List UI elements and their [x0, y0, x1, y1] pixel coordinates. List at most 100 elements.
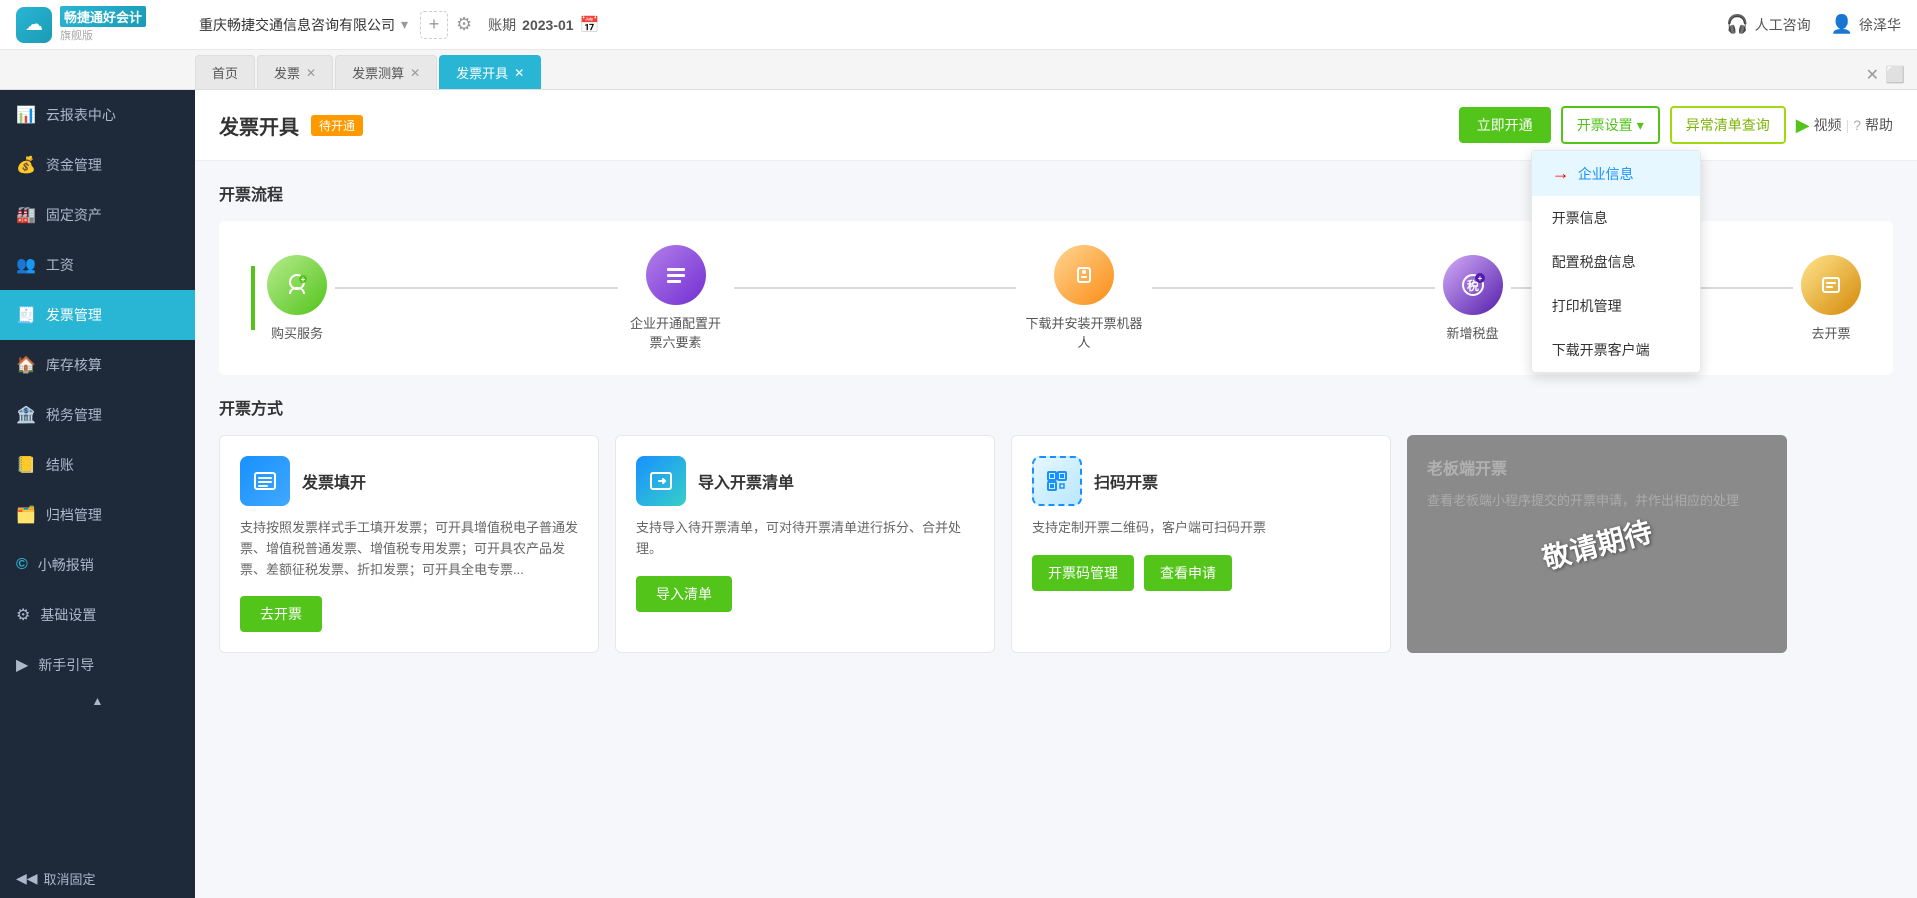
settings-button[interactable]: 开票设置 ▾ — [1561, 106, 1660, 144]
connector-3 — [1152, 287, 1435, 289]
period-value: 2023-01 — [522, 17, 573, 33]
settings-button-arrow: ▾ — [1637, 117, 1644, 134]
tab-invoice-open-close[interactable]: ✕ — [514, 66, 524, 80]
activate-button[interactable]: 立即开通 — [1459, 107, 1551, 143]
tab-right-icons: ✕ ⬜ — [1866, 65, 1917, 89]
xiaochang-icon: © — [16, 556, 28, 574]
card-scan-button1[interactable]: 开票码管理 — [1032, 555, 1134, 591]
card-import-header: 导入开票清单 — [636, 456, 974, 506]
flow-step-4: 税+ 新增税盘 — [1443, 255, 1503, 342]
sidebar: 📊 云报表中心 💰 资金管理 🏭 固定资产 👥 工资 🧾 发票管理 🏠 库存核算… — [0, 90, 195, 898]
card-fill-title: 发票填开 — [302, 469, 366, 493]
card-import-icon — [636, 456, 686, 506]
tab-invoice-open-label: 发票开具 — [456, 63, 508, 82]
tab-invoice-calc-close[interactable]: ✕ — [410, 66, 420, 80]
arrow-icon: → — [1552, 163, 1570, 184]
dropdown-item-company[interactable]: → 企业信息 — [1532, 151, 1700, 196]
user-info[interactable]: 👤 徐泽华 — [1831, 14, 1901, 35]
step-3-label: 下载并安装开票机器人 — [1024, 313, 1144, 351]
sidebar-logo: ☁ 畅捷通好会计 旗舰版 — [16, 6, 191, 43]
boss-overlay: 敬请期待 — [1407, 435, 1787, 653]
card-fill-button[interactable]: 去开票 — [240, 596, 322, 632]
step-1-icon: + — [267, 255, 327, 315]
step-3-icon — [1054, 245, 1114, 305]
shuiwu-icon: 🏦 — [16, 405, 36, 425]
settings-icon[interactable]: ⚙ — [456, 14, 472, 35]
maximize-icon[interactable]: ⬜ — [1885, 65, 1905, 85]
yunbao-label: 云报表中心 — [46, 105, 116, 125]
page-header: 发票开具 待开通 立即开通 开票设置 ▾ 异常清单查询 ▶ 视频 | ? 帮助 — [195, 90, 1917, 161]
dropdown-item-download[interactable]: 下载开票客户端 — [1532, 328, 1700, 372]
consultation-button[interactable]: 🎧 人工咨询 — [1726, 14, 1810, 35]
exception-button[interactable]: 异常清单查询 — [1670, 106, 1786, 144]
tab-invoice[interactable]: 发票 ✕ — [257, 55, 333, 89]
add-company-button[interactable]: + — [420, 11, 448, 39]
video-label[interactable]: 视频 — [1814, 115, 1842, 135]
page-title-area: 发票开具 待开通 — [219, 111, 363, 140]
play-icon: ▶ — [1796, 115, 1810, 136]
add-icon: + — [429, 14, 440, 35]
card-scan-button2[interactable]: 查看申请 — [1144, 555, 1232, 591]
sidebar-item-gongzi[interactable]: 👥 工资 — [0, 240, 195, 290]
svg-text:+: + — [1477, 274, 1482, 283]
payment-card-fill: 发票填开 支持按照发票样式手工填开发票；可开具增值税电子普通发票、增值税普通发票… — [219, 435, 599, 653]
payment-card-scan: 扫码开票 支持定制开票二维码，客户端可扫码开票 开票码管理 查看申请 — [1011, 435, 1391, 653]
sidebar-item-xiaochang[interactable]: © 小畅报销 — [0, 540, 195, 590]
sidebar-item-jichu[interactable]: ⚙ 基础设置 — [0, 590, 195, 640]
calendar-icon[interactable]: 📅 — [580, 15, 600, 35]
connector-2 — [734, 287, 1017, 289]
sidebar-item-kucun[interactable]: 🏠 库存核算 — [0, 340, 195, 390]
payment-card-boss: 老板端开票 查看老板端小程序提交的开票申请，并作出相应的处理 敬请期待 — [1407, 435, 1787, 653]
card-fill-icon — [240, 456, 290, 506]
logo-text-area: 畅捷通好会计 旗舰版 — [60, 6, 146, 43]
card-scan-icon — [1032, 456, 1082, 506]
gongzi-icon: 👥 — [16, 255, 36, 275]
dropdown-company-label: 企业信息 — [1578, 164, 1634, 184]
zijin-label: 资金管理 — [46, 155, 102, 175]
step-left-border — [251, 266, 255, 330]
header-actions: 立即开通 开票设置 ▾ 异常清单查询 ▶ 视频 | ? 帮助 → — [1459, 106, 1893, 144]
sidebar-bottom-pin[interactable]: ◀◀ 取消固定 — [0, 859, 195, 898]
sidebar-item-fapiao[interactable]: 🧾 发票管理 — [0, 290, 195, 340]
guidang-label: 归档管理 — [46, 505, 102, 525]
sidebar-item-yunbao[interactable]: 📊 云报表中心 — [0, 90, 195, 140]
step-2-icon — [646, 245, 706, 305]
connector-1 — [335, 287, 618, 289]
jichu-icon: ⚙ — [16, 605, 30, 625]
dropdown-item-tax-config[interactable]: 配置税盘信息 — [1532, 240, 1700, 284]
step-1-label: 购买服务 — [271, 323, 323, 342]
sidebar-item-guding[interactable]: 🏭 固定资产 — [0, 190, 195, 240]
tab-invoice-close[interactable]: ✕ — [306, 66, 316, 80]
dropdown-printer-label: 打印机管理 — [1552, 298, 1622, 314]
logo-main-text: 畅捷通好会计 — [60, 6, 146, 27]
tab-invoice-open[interactable]: 发票开具 ✕ — [439, 55, 541, 89]
settings-button-label: 开票设置 — [1577, 115, 1633, 135]
sidebar-item-jiezhang[interactable]: 📒 结账 — [0, 440, 195, 490]
card-import-button[interactable]: 导入清单 — [636, 576, 732, 612]
boss-overlay-text: 敬请期待 — [1538, 510, 1657, 578]
dropdown-item-invoice[interactable]: 开票信息 — [1532, 196, 1700, 240]
logo-icon: ☁ — [16, 7, 52, 43]
company-selector[interactable]: 重庆畅捷交通信息咨询有限公司 ▾ — [199, 15, 408, 35]
dropdown-item-printer[interactable]: 打印机管理 — [1532, 284, 1700, 328]
step-4-label: 新增税盘 — [1446, 323, 1498, 342]
card-import-desc: 支持导入待开票清单，可对待开票清单进行拆分、合并处理。 — [636, 518, 974, 560]
tab-invoice-calc-label: 发票测算 — [352, 63, 404, 82]
step-5-label: 去开票 — [1811, 323, 1850, 342]
guding-label: 固定资产 — [46, 205, 102, 225]
sidebar-item-guidang[interactable]: 🗂️ 归档管理 — [0, 490, 195, 540]
sidebar-item-shuiwu[interactable]: 🏦 税务管理 — [0, 390, 195, 440]
fapiao-label: 发票管理 — [46, 305, 102, 325]
payment-cards: 发票填开 支持按照发票样式手工填开发票；可开具增值税电子普通发票、增值税普通发票… — [219, 435, 1893, 653]
account-period: 账期 2023-01 📅 — [488, 15, 599, 35]
status-badge: 待开通 — [311, 115, 363, 136]
help-label[interactable]: 帮助 — [1865, 115, 1893, 135]
sidebar-item-zijin[interactable]: 💰 资金管理 — [0, 140, 195, 190]
kucun-label: 库存核算 — [46, 355, 102, 375]
main-layout: 📊 云报表中心 💰 资金管理 🏭 固定资产 👥 工资 🧾 发票管理 🏠 库存核算… — [0, 90, 1917, 898]
tab-home[interactable]: 首页 — [195, 55, 255, 89]
tab-invoice-calc[interactable]: 发票测算 ✕ — [335, 55, 437, 89]
sidebar-item-xinshou[interactable]: ▶ 新手引导 — [0, 640, 195, 690]
close-window-icon[interactable]: ✕ — [1866, 65, 1879, 85]
payment-card-import: 导入开票清单 支持导入待开票清单，可对待开票清单进行拆分、合并处理。 导入清单 — [615, 435, 995, 653]
